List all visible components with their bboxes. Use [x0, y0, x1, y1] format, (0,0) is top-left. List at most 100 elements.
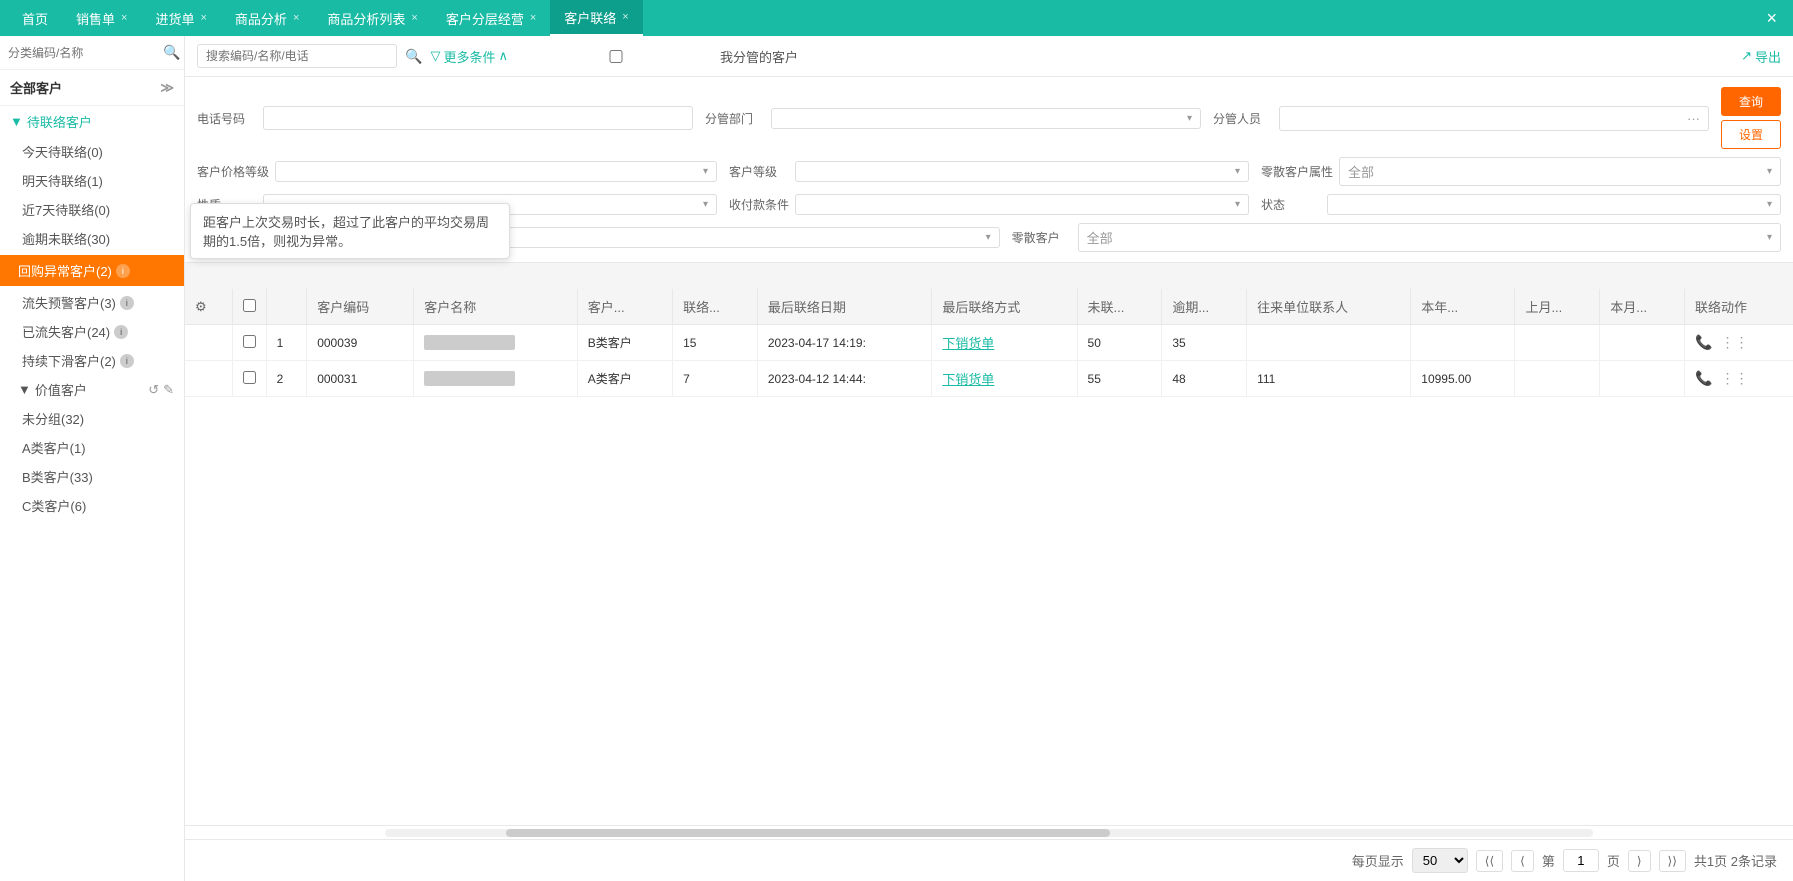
payment-select[interactable]: ▾ [795, 194, 1249, 215]
dept-select[interactable]: ▾ [771, 108, 1201, 129]
more-filter-button[interactable]: ▽ 更多条件 ∧ [430, 47, 508, 66]
retail-customer-arrow-icon: ▾ [1767, 232, 1772, 243]
row-action-phone-0[interactable]: 📞 [1695, 334, 1712, 351]
sidebar-item-declining[interactable]: 持续下滑客户(2) i [0, 346, 184, 375]
nav-customer-segment-close[interactable]: × [530, 12, 536, 24]
page-input[interactable] [1563, 849, 1599, 872]
sidebar-item-class-a[interactable]: A类客户(1) [0, 433, 184, 462]
my-customer-checkbox[interactable] [516, 50, 716, 63]
sidebar-item-tomorrow[interactable]: 明天待联络(1) [0, 166, 184, 195]
filter-customer-level: 客户等级 ▾ [729, 161, 1249, 182]
nav-product-analysis[interactable]: 商品分析 × [221, 0, 313, 36]
row-overdue-1: 48 [1162, 361, 1247, 397]
row-action-more-0[interactable]: ⋮⋮ [1720, 334, 1748, 351]
sidebar-section-waiting[interactable]: ▼ 待联络客户 [0, 106, 184, 137]
retail-attr-select[interactable]: 全部 ▾ [1339, 157, 1781, 186]
table-row: 2 000031 A类客户 7 2023-04-12 14:44: 下销货单 5… [185, 361, 1793, 397]
price-level-select[interactable]: ▾ [275, 161, 717, 182]
window-close-btn[interactable]: × [1766, 8, 1785, 29]
nav-customer-segment[interactable]: 客户分层经营 × [432, 0, 550, 36]
manager-select[interactable]: ··· [1279, 106, 1709, 131]
row-checkbox-input-0[interactable] [243, 335, 256, 348]
row-code-1: 000031 [307, 361, 414, 397]
nav-purchase-close[interactable]: × [200, 12, 206, 24]
scrollbar-track [385, 829, 1593, 837]
prev-page-btn[interactable]: ⟨ [1511, 850, 1534, 872]
row-last-date-1: 2023-04-12 14:44: [757, 361, 932, 397]
row-company-contact-1: 111 [1247, 361, 1411, 397]
row-this-year-0 [1411, 325, 1515, 361]
sidebar-item-class-c[interactable]: C类客户(6) [0, 491, 184, 520]
nav-sales-close[interactable]: × [121, 12, 127, 24]
row-settings-0 [185, 325, 232, 361]
row-last-month-1 [1515, 361, 1600, 397]
sidebar-collapse-icon[interactable]: ≫ [160, 80, 174, 96]
action-buttons: 查询 设置 [1721, 87, 1781, 149]
row-action-1: 📞 ⋮⋮ [1685, 361, 1793, 397]
select-all-checkbox[interactable] [243, 299, 256, 312]
filter-retail-attr: 零散客户属性 全部 ▾ [1261, 157, 1781, 186]
row-action-phone-1[interactable]: 📞 [1695, 370, 1712, 387]
sidebar-search-icon[interactable]: 🔍 [163, 44, 180, 61]
sidebar-item-lost[interactable]: 已流失客户(24) i [0, 317, 184, 346]
retail-customer-select[interactable]: 全部 ▾ [1078, 223, 1781, 252]
edit-icon[interactable]: ✎ [163, 382, 174, 398]
nav-customer-contact[interactable]: 客户联络 × [550, 0, 642, 36]
7days-label: 近7天待联络(0) [22, 203, 110, 218]
retail-attr-label: 零散客户属性 [1261, 163, 1333, 180]
sidebar-item-ungroup[interactable]: 未分组(32) [0, 404, 184, 433]
settings-button[interactable]: 设置 [1721, 120, 1781, 149]
sidebar-item-loss-warning[interactable]: 流失预警客户(3) i [0, 288, 184, 317]
declining-info-icon: i [120, 354, 134, 368]
contact-col-header: 联络... [673, 289, 758, 325]
table-header-row: ⚙ 客户编码 客户名称 客户... [185, 289, 1793, 325]
nav-product-list-close[interactable]: × [411, 12, 417, 24]
nav-product-analysis-label: 商品分析 [235, 9, 287, 28]
row-type-0: B类客户 [577, 325, 672, 361]
settings-icon[interactable]: ⚙ [195, 299, 207, 314]
sidebar-item-abnormal[interactable]: 回购异常客户(2) i [0, 255, 184, 286]
status-select[interactable]: ▾ [1327, 194, 1781, 215]
nav-product-analysis-close[interactable]: × [293, 12, 299, 24]
row-last-method-0: 下销货单 [932, 325, 1077, 361]
horizontal-scrollbar[interactable] [185, 825, 1793, 839]
sidebar: 🔍 全部客户 ≫ ▼ 待联络客户 今天待联络(0) 明天待联络(1) 近7天待联… [0, 36, 185, 881]
search-button[interactable]: 🔍 [405, 48, 422, 65]
per-page-select[interactable]: 50 10 20 100 [1412, 848, 1468, 873]
row-action-more-1[interactable]: ⋮⋮ [1720, 370, 1748, 387]
sidebar-item-overdue[interactable]: 逾期未联络(30) [0, 224, 184, 253]
phone-input[interactable] [263, 106, 693, 130]
retail-customer-label: 零散客户 [1012, 229, 1072, 246]
sidebar-item-7days[interactable]: 近7天待联络(0) [0, 195, 184, 224]
export-icon: ↗ [1741, 48, 1752, 64]
nav-home[interactable]: 首页 [8, 0, 62, 36]
settings-col-header[interactable]: ⚙ [185, 289, 232, 325]
scrollbar-thumb[interactable] [506, 829, 1110, 837]
nav-purchase[interactable]: 进货单 × [141, 0, 220, 36]
customer-level-select[interactable]: ▾ [795, 161, 1249, 182]
sidebar-search-input[interactable] [8, 46, 163, 60]
first-page-btn[interactable]: ⟨⟨ [1476, 850, 1503, 872]
nav-sales[interactable]: 销售单 × [62, 0, 141, 36]
filter-retail-customer: 零散客户 全部 ▾ [1012, 223, 1781, 252]
query-button[interactable]: 查询 [1721, 87, 1781, 116]
nav-product-list[interactable]: 商品分析列表 × [313, 0, 431, 36]
value-arrow-icon: ▼ [18, 382, 31, 397]
filter-row-2: 客户价格等级 ▾ 客户等级 ▾ 零散客户属性 全部 [197, 157, 1781, 186]
export-button[interactable]: ↗ 导出 [1741, 47, 1781, 66]
row-checkbox-input-1[interactable] [243, 371, 256, 384]
filter-bar: 🔍 ▽ 更多条件 ∧ 我分管的客户 ↗ 导出 [185, 36, 1793, 77]
pagination-bar: 每页显示 50 10 20 100 ⟨⟨ ⟨ 第 页 ⟩ ⟩⟩ 共1页 2条记录 [185, 839, 1793, 881]
tooltip: 距客户上次交易时长，超过了此客户的平均交易周期的1.5倍，则视为异常。 [190, 203, 510, 259]
customer-type-arrow-icon: ▾ [986, 232, 991, 243]
last-page-btn[interactable]: ⟩⟩ [1659, 850, 1686, 872]
sidebar-item-class-b[interactable]: B类客户(33) [0, 462, 184, 491]
sidebar-value-section[interactable]: ▼ 价值客户 ↺ ✎ [0, 375, 184, 404]
sidebar-item-today[interactable]: 今天待联络(0) [0, 137, 184, 166]
last-method-link-1[interactable]: 下销货单 [942, 372, 994, 387]
next-page-btn[interactable]: ⟩ [1628, 850, 1651, 872]
search-input[interactable] [197, 44, 397, 68]
refresh-icon[interactable]: ↺ [148, 382, 159, 398]
nav-customer-contact-close[interactable]: × [622, 11, 628, 23]
last-method-link-0[interactable]: 下销货单 [942, 336, 994, 351]
